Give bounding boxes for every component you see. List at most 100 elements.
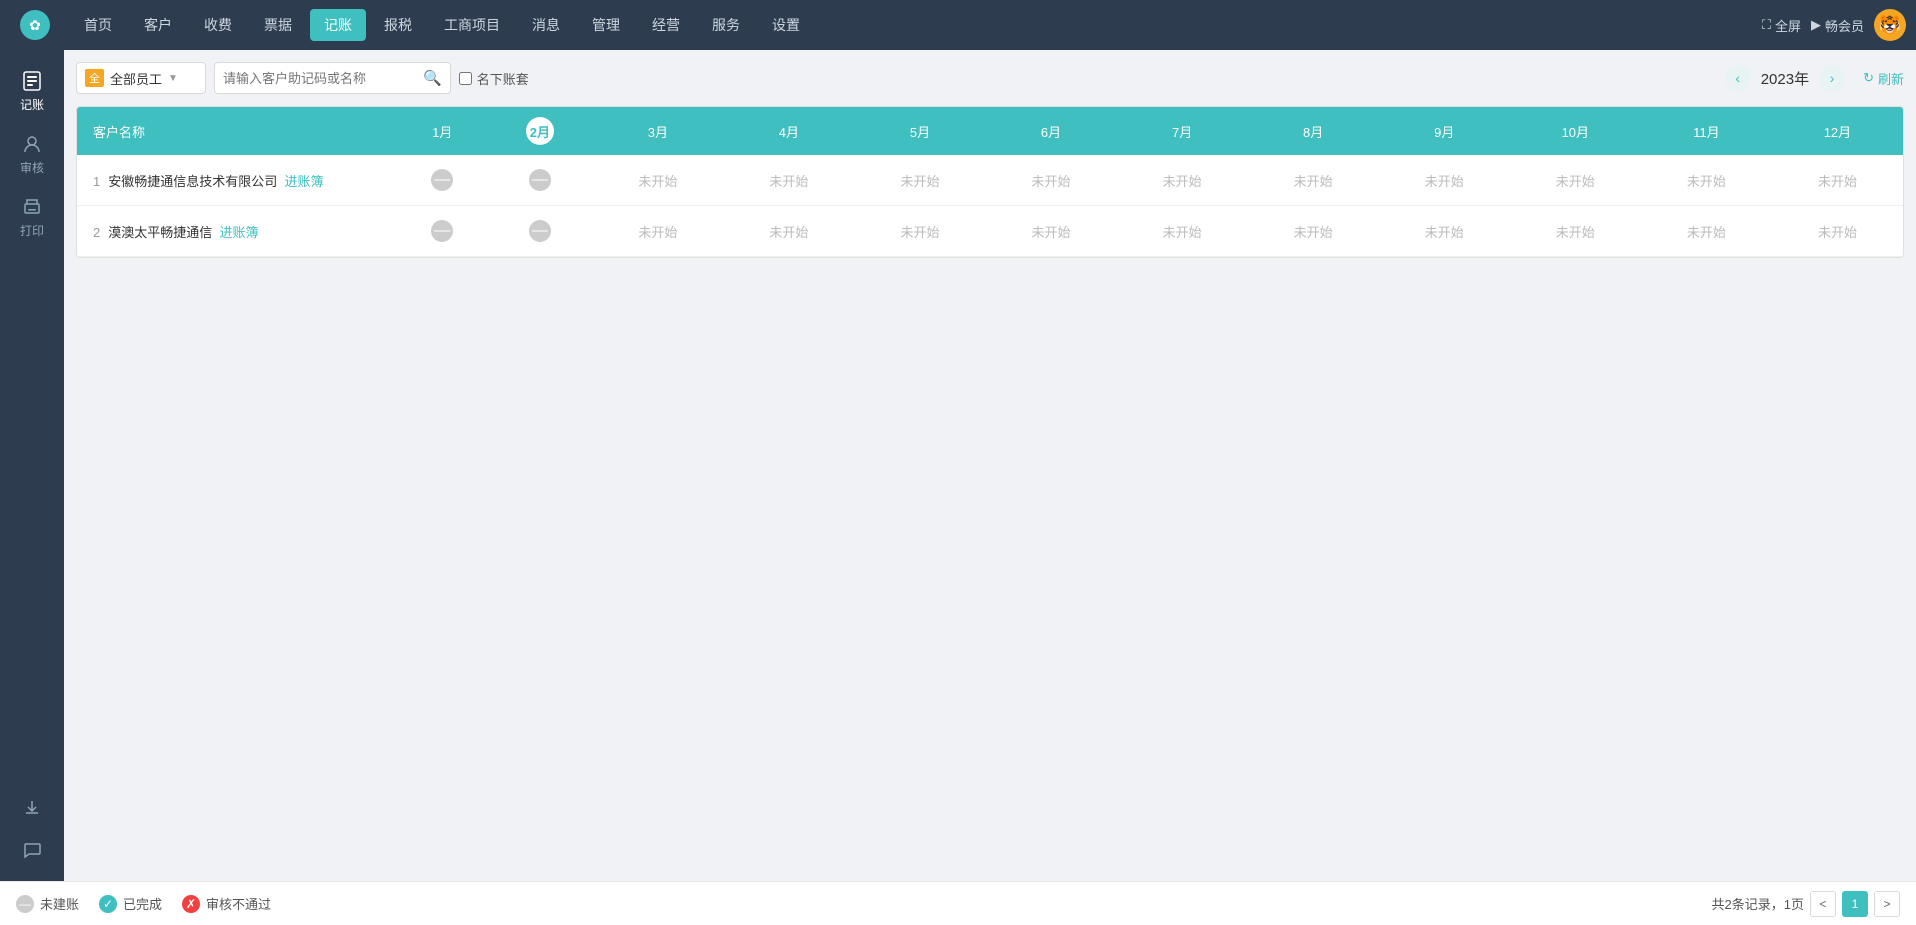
table-cell-month-9: 未开始 bbox=[1379, 155, 1510, 206]
refresh-button[interactable]: ↻ 刷新 bbox=[1863, 69, 1904, 88]
nav-home[interactable]: 首页 bbox=[70, 9, 126, 41]
table-cell-month-12: 未开始 bbox=[1772, 155, 1903, 206]
table-cell-month-3: 未开始 bbox=[592, 206, 723, 257]
table-cell-month-2: — bbox=[488, 155, 593, 206]
employee-select[interactable]: 全 全部员工 ▼ bbox=[76, 62, 206, 94]
review-icon bbox=[21, 133, 43, 155]
pagination: 共2条记录，1页 < 1 > bbox=[1712, 891, 1900, 917]
th-month-2: 2月 bbox=[488, 107, 593, 155]
next-page-button[interactable]: > bbox=[1874, 891, 1900, 917]
sidebar-item-chat[interactable] bbox=[0, 829, 64, 871]
table-cell-month-5: 未开始 bbox=[854, 155, 985, 206]
legend-teal-icon: ✓ bbox=[99, 895, 117, 913]
legend-rejected: ✗ 审核不通过 bbox=[182, 894, 271, 913]
not-started-label: 未开始 bbox=[1687, 225, 1726, 240]
table-cell-name: 2漠澳太平畅捷通信 进账簿 bbox=[77, 206, 397, 257]
fullscreen-label: 全屏 bbox=[1775, 16, 1801, 35]
search-input-wrap: 🔍 bbox=[214, 62, 451, 94]
vip-button[interactable]: ▶ 畅会员 bbox=[1811, 16, 1864, 35]
not-started-label: 未开始 bbox=[769, 225, 808, 240]
th-customer-name: 客户名称 bbox=[77, 107, 397, 155]
my-accounts-checkbox[interactable] bbox=[459, 72, 472, 85]
nav-business[interactable]: 工商项目 bbox=[430, 9, 514, 41]
accounting-icon bbox=[21, 70, 43, 92]
nav-fee[interactable]: 收费 bbox=[190, 9, 246, 41]
accounting-table: 客户名称 1月 2月 3月 4月 5月 6月 7月 8月 9月 bbox=[76, 106, 1904, 258]
vip-icon: ▶ bbox=[1811, 17, 1821, 33]
vip-label: 畅会员 bbox=[1825, 16, 1864, 35]
sidebar-accounting-label: 记账 bbox=[20, 96, 44, 113]
th-month-8: 8月 bbox=[1248, 107, 1379, 155]
enter-link[interactable]: 进账簿 bbox=[219, 225, 258, 240]
total-records: 共2条记录，1页 bbox=[1712, 894, 1804, 913]
toolbar: 全 全部员工 ▼ 🔍 名下账套 ‹ 2023年 › ↻ 刷 bbox=[76, 62, 1904, 94]
table-cell-month-5: 未开始 bbox=[854, 206, 985, 257]
not-started-label: 未开始 bbox=[769, 174, 808, 189]
table-cell-month-7: 未开始 bbox=[1117, 206, 1248, 257]
legend-red-icon: ✗ bbox=[182, 895, 200, 913]
table-cell-month-11: 未开始 bbox=[1641, 206, 1772, 257]
sidebar-item-accounting[interactable]: 记账 bbox=[0, 60, 64, 123]
legend-rejected-label: 审核不通过 bbox=[206, 894, 271, 913]
download-icon bbox=[21, 797, 43, 819]
nav-operation[interactable]: 经营 bbox=[638, 9, 694, 41]
table-cell-month-3: 未开始 bbox=[592, 155, 723, 206]
table-cell-month-4: 未开始 bbox=[723, 206, 854, 257]
prev-year-button[interactable]: ‹ bbox=[1725, 65, 1751, 91]
sidebar-item-download[interactable] bbox=[0, 787, 64, 829]
table-cell-month-1: — bbox=[397, 155, 488, 206]
enter-link[interactable]: 进账簿 bbox=[284, 174, 323, 189]
footer: — 未建账 ✓ 已完成 ✗ 审核不通过 共2条记录，1页 < 1 > bbox=[0, 881, 1916, 925]
fullscreen-button[interactable]: ⛶ 全屏 bbox=[1762, 16, 1801, 35]
sidebar-bottom bbox=[0, 787, 64, 881]
not-started-label: 未开始 bbox=[638, 174, 677, 189]
legend-not-created: — 未建账 bbox=[16, 894, 79, 913]
table-cell-month-10: 未开始 bbox=[1510, 155, 1641, 206]
table-cell-month-4: 未开始 bbox=[723, 155, 854, 206]
not-started-label: 未开始 bbox=[900, 174, 939, 189]
not-started-label: 未开始 bbox=[1294, 225, 1333, 240]
print-icon bbox=[21, 196, 43, 218]
legend-completed-label: 已完成 bbox=[123, 894, 162, 913]
nav-message[interactable]: 消息 bbox=[518, 9, 574, 41]
th-month-7: 7月 bbox=[1117, 107, 1248, 155]
checkbox-label[interactable]: 名下账套 bbox=[459, 69, 529, 88]
row-number: 1 bbox=[93, 174, 100, 189]
table-cell-month-11: 未开始 bbox=[1641, 155, 1772, 206]
legend-grey-icon: — bbox=[16, 895, 34, 913]
table-cell-month-12: 未开始 bbox=[1772, 206, 1903, 257]
nav-accounting[interactable]: 记账 bbox=[310, 9, 366, 41]
refresh-icon: ↻ bbox=[1863, 70, 1874, 86]
not-started-label: 未开始 bbox=[1163, 225, 1202, 240]
search-input[interactable] bbox=[215, 71, 415, 86]
company-name: 漠澳太平畅捷通信 bbox=[108, 225, 212, 240]
table-cell-month-1: — bbox=[397, 206, 488, 257]
prev-page-button[interactable]: < bbox=[1810, 891, 1836, 917]
year-nav: ‹ 2023年 › bbox=[1725, 65, 1845, 91]
avatar[interactable]: 🐯 bbox=[1874, 9, 1906, 41]
legend-completed: ✓ 已完成 bbox=[99, 894, 162, 913]
sidebar-item-print[interactable]: 打印 bbox=[0, 186, 64, 249]
nav-invoice[interactable]: 票据 bbox=[250, 9, 306, 41]
next-year-button[interactable]: › bbox=[1819, 65, 1845, 91]
sidebar-item-review[interactable]: 审核 bbox=[0, 123, 64, 186]
th-month-9: 9月 bbox=[1379, 107, 1510, 155]
nav-service[interactable]: 服务 bbox=[698, 9, 754, 41]
not-started-label: 未开始 bbox=[1556, 174, 1595, 189]
sidebar-print-label: 打印 bbox=[20, 222, 44, 239]
search-button[interactable]: 🔍 bbox=[415, 69, 450, 87]
current-page-button[interactable]: 1 bbox=[1842, 891, 1868, 917]
table-cell-month-8: 未开始 bbox=[1248, 206, 1379, 257]
logo-icon: ✿ bbox=[19, 9, 51, 41]
sidebar-review-label: 审核 bbox=[20, 159, 44, 176]
nav-tax[interactable]: 报税 bbox=[370, 9, 426, 41]
nav-settings[interactable]: 设置 bbox=[758, 9, 814, 41]
status-not-created-icon: — bbox=[529, 220, 551, 242]
nav-customer[interactable]: 客户 bbox=[130, 9, 186, 41]
not-started-label: 未开始 bbox=[1556, 225, 1595, 240]
not-started-label: 未开始 bbox=[1163, 174, 1202, 189]
company-name: 安徽畅捷通信息技术有限公司 bbox=[108, 174, 277, 189]
table-scroll: 客户名称 1月 2月 3月 4月 5月 6月 7月 8月 9月 bbox=[77, 107, 1903, 257]
refresh-label: 刷新 bbox=[1878, 69, 1904, 88]
nav-manage[interactable]: 管理 bbox=[578, 9, 634, 41]
